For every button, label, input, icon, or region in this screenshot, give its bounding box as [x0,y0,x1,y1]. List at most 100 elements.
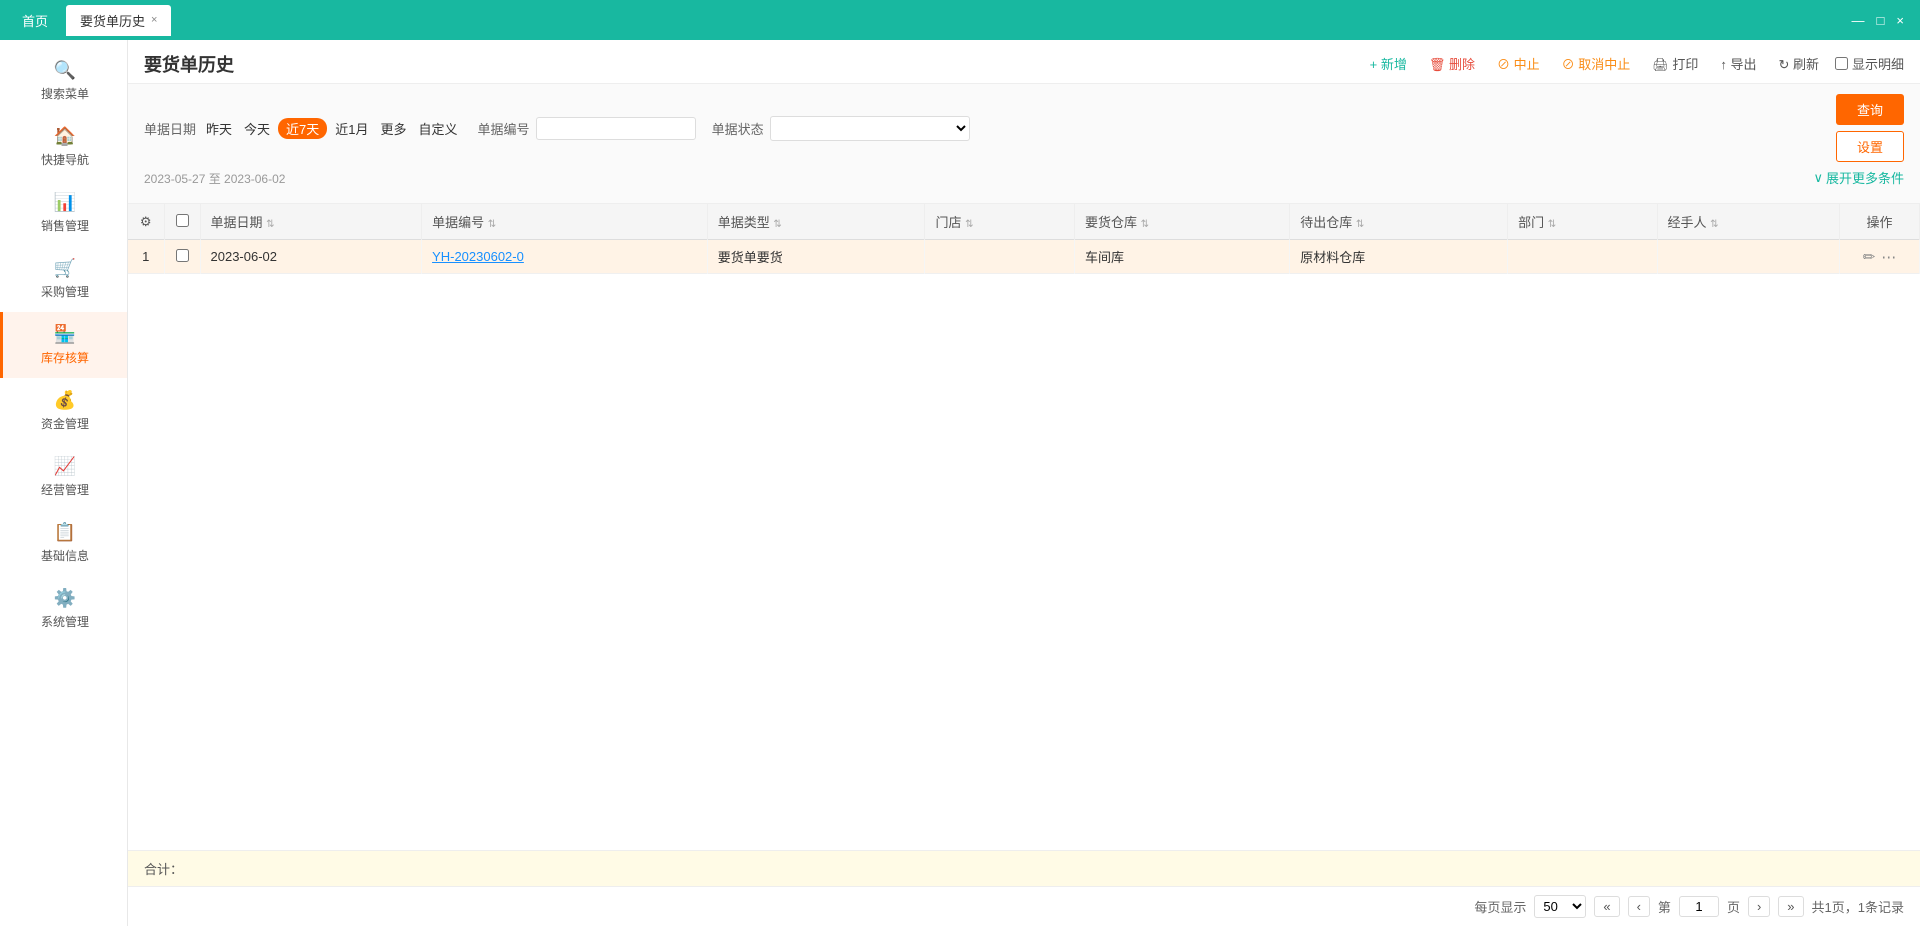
tab-home[interactable]: 首页 [8,5,62,36]
last-page-btn[interactable]: » [1778,896,1803,917]
sidebar-item-label: 库存核算 [41,349,89,366]
close-btn[interactable]: × [1896,13,1904,28]
select-all-checkbox[interactable] [176,214,189,227]
settings-button[interactable]: 设置 [1836,131,1904,162]
col-department[interactable]: 部门 ⇅ [1508,204,1657,240]
filter-area: 单据日期 昨天 今天 近7天 近1月 更多 自定义 单据编号 [128,84,1920,204]
doc-number-link[interactable]: YH-20230602-0 [432,249,524,264]
sidebar-item-quick-nav[interactable]: 🏠 快捷导航 [0,114,127,180]
col-date-label: 单据日期 [211,215,263,230]
shortcut-custom[interactable]: 自定义 [415,118,462,139]
sidebar: 🔍 搜索菜单 🏠 快捷导航 📊 销售管理 🛒 采购管理 🏪 库存核算 💰 资金管… [0,40,128,926]
col-handler-sort-icon: ⇅ [1710,219,1718,230]
sidebar-item-system[interactable]: ⚙️ 系统管理 [0,576,127,642]
page-input[interactable] [1679,896,1719,917]
col-settings[interactable]: ⚙ [128,204,164,240]
sidebar-item-search-menu[interactable]: 🔍 搜索菜单 [0,48,127,114]
inventory-icon: 🏪 [54,324,76,345]
col-handler-label: 经手人 [1668,215,1707,230]
col-date[interactable]: 单据日期 ⇅ [200,204,422,240]
col-pending-warehouse[interactable]: 待出仓库 ⇅ [1290,204,1508,240]
sidebar-item-purchase[interactable]: 🛒 采购管理 [0,246,127,312]
filter-row-1: 单据日期 昨天 今天 近7天 近1月 更多 自定义 单据编号 [144,94,1904,162]
row-checkbox[interactable] [176,249,189,262]
filter-row-2: 2023-05-27 至 2023-06-02 ∨ 展开更多条件 [144,168,1904,187]
data-table: ⚙ 单据日期 ⇅ 单据编号 ⇅ 单据类型 [128,204,1920,274]
shortcut-1month[interactable]: 近1月 [331,118,372,139]
sidebar-item-label: 销售管理 [41,217,89,234]
td-checkbox[interactable] [164,240,200,274]
col-handler[interactable]: 经手人 ⇅ [1657,204,1839,240]
new-button[interactable]: + 新增 [1364,50,1413,77]
tab-active[interactable]: 要货单历史 × [66,5,171,36]
col-type-label: 单据类型 [718,215,770,230]
tab-close-icon[interactable]: × [151,14,157,26]
shortcut-today[interactable]: 今天 [240,118,274,139]
operation-icon: 📈 [54,456,76,477]
print-button[interactable]: 🖨 打印 [1646,50,1704,77]
status-label: 单据状态 [712,119,764,138]
td-date: 2023-06-02 [200,240,422,274]
expand-label: 展开更多条件 [1826,168,1904,187]
col-req-warehouse[interactable]: 要货仓库 ⇅ [1074,204,1289,240]
sidebar-item-inventory[interactable]: 🏪 库存核算 [0,312,127,378]
col-store-label: 门店 [935,215,961,230]
prev-page-btn[interactable]: ‹ [1628,896,1650,917]
status-select[interactable] [770,116,970,141]
table-row[interactable]: 1 2023-06-02 YH-20230602-0 要货单要货 车间库 原材料… [128,240,1920,274]
tab-active-label: 要货单历史 [80,11,145,30]
date-filter-group: 单据日期 昨天 今天 近7天 近1月 更多 自定义 [144,118,462,139]
content-area: 要货单历史 + 新增 🗑 删除 ⊘ 中止 ⊘ 取消中止 🖨 打印 ↑ 导出 ↻ … [128,40,1920,926]
shortcut-more[interactable]: 更多 [377,118,411,139]
status-filter-group: 单据状态 [712,116,970,141]
doc-number-input[interactable] [536,117,696,140]
first-page-btn[interactable]: « [1594,896,1619,917]
td-handler [1657,240,1839,274]
next-page-btn[interactable]: › [1748,896,1770,917]
more-icon[interactable]: ⋯ [1881,248,1896,266]
refresh-button[interactable]: ↻ 刷新 [1772,50,1825,77]
date-label: 单据日期 [144,119,196,138]
page-prefix-label: 第 [1658,897,1671,916]
display-detail-label: 显示明细 [1852,54,1904,73]
shortcut-yesterday[interactable]: 昨天 [202,118,236,139]
tab-home-label: 首页 [22,11,48,30]
col-type[interactable]: 单据类型 ⇅ [707,204,925,240]
sidebar-item-sales[interactable]: 📊 销售管理 [0,180,127,246]
minimize-btn[interactable]: — [1852,13,1865,28]
col-req-warehouse-label: 要货仓库 [1085,215,1137,230]
action-icons: ✏ ⋯ [1850,248,1909,266]
sidebar-item-operation[interactable]: 📈 经营管理 [0,444,127,510]
col-store[interactable]: 门店 ⇅ [925,204,1074,240]
query-button[interactable]: 查询 [1836,94,1904,125]
export-button[interactable]: ↑ 导出 [1714,50,1762,77]
col-checkbox[interactable] [164,204,200,240]
edit-icon[interactable]: ✏ [1863,248,1876,266]
quick-nav-icon: 🏠 [54,126,76,147]
restore-btn[interactable]: □ [1877,13,1885,28]
table-wrapper: ⚙ 单据日期 ⇅ 单据编号 ⇅ 单据类型 [128,204,1920,850]
sidebar-item-label: 快捷导航 [41,151,89,168]
expand-button[interactable]: ∨ 展开更多条件 [1813,168,1904,187]
td-action: ✏ ⋯ [1840,240,1920,274]
col-department-sort-icon: ⇅ [1548,219,1556,230]
date-range-text: 2023-05-27 至 2023-06-02 [144,170,285,187]
cancel-stop-button[interactable]: ⊘ 取消中止 [1556,50,1637,77]
sidebar-item-label: 经营管理 [41,481,89,498]
col-number[interactable]: 单据编号 ⇅ [422,204,708,240]
stop-button[interactable]: ⊘ 中止 [1491,50,1546,77]
sidebar-item-label: 基础信息 [41,547,89,564]
page-size-select[interactable]: 50 100 200 [1534,895,1586,918]
window-controls: — □ × [1852,13,1912,28]
sidebar-item-label: 系统管理 [41,613,89,630]
main-layout: 🔍 搜索菜单 🏠 快捷导航 📊 销售管理 🛒 采购管理 🏪 库存核算 💰 资金管… [0,40,1920,926]
sidebar-item-basic[interactable]: 📋 基础信息 [0,510,127,576]
sidebar-item-finance[interactable]: 💰 资金管理 [0,378,127,444]
display-detail-input[interactable] [1835,57,1848,70]
col-department-label: 部门 [1518,215,1544,230]
sidebar-item-label: 采购管理 [41,283,89,300]
delete-button[interactable]: 🗑 删除 [1423,50,1481,77]
td-type: 要货单要货 [707,240,925,274]
shortcut-7days[interactable]: 近7天 [278,118,327,139]
display-detail-checkbox[interactable]: 显示明细 [1835,54,1904,73]
